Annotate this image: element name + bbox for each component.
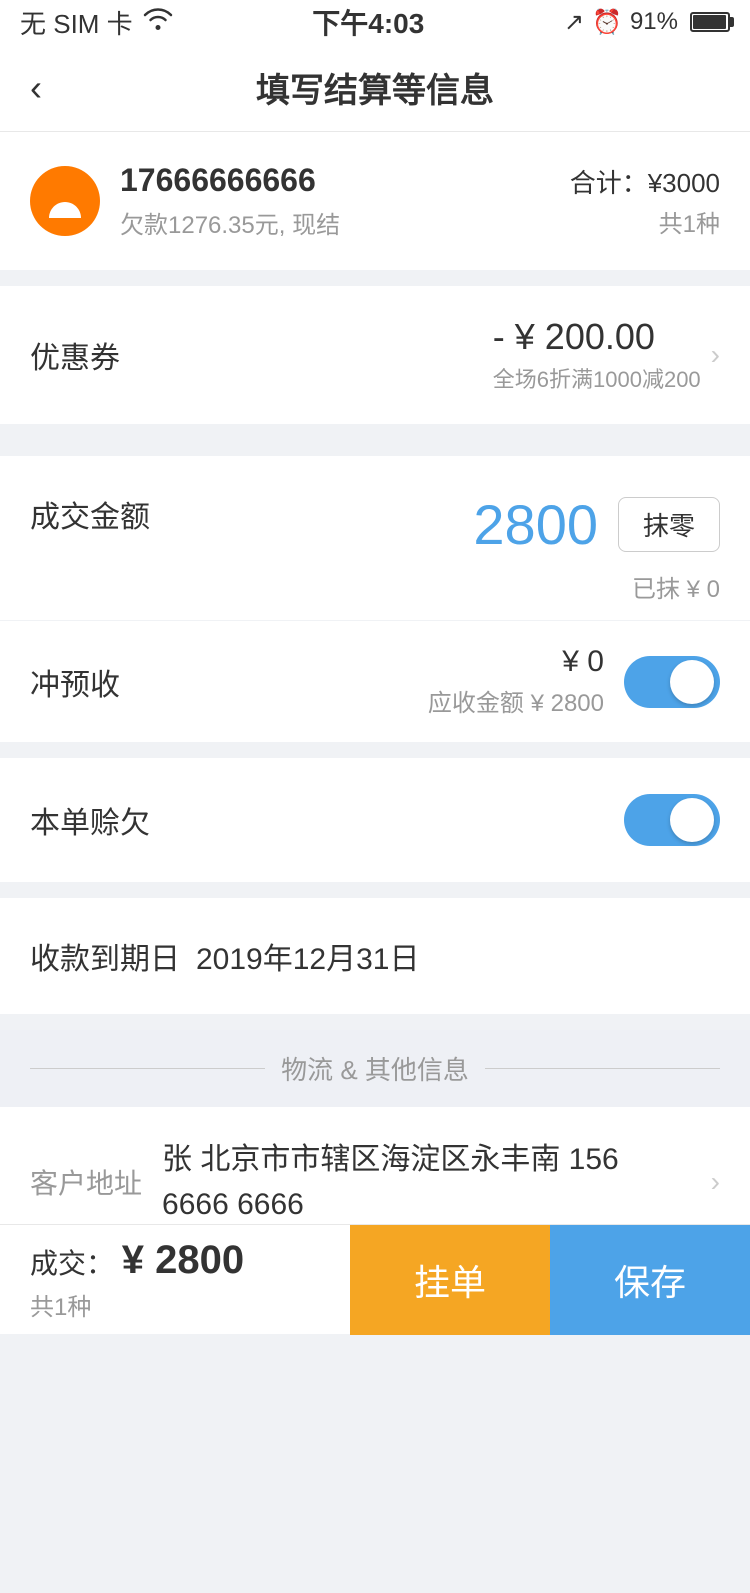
coupon-label: 优惠券: [30, 333, 120, 377]
deal-label: 成交金额: [30, 492, 150, 536]
logistics-divider: 物流 & 其他信息: [0, 1030, 750, 1107]
avatar: [30, 166, 100, 236]
battery-text: 91%: [630, 8, 678, 36]
prepaid-row: 冲预收 ¥ 0 应收金额 ¥ 2800: [0, 621, 750, 742]
bottom-deal-label: 成交：: [30, 1248, 114, 1279]
credit-toggle-knob: [670, 798, 714, 842]
due-row: 收款到期日 2019年12月31日: [0, 898, 750, 1014]
deal-sub-text: 已抹 ¥ 0: [632, 569, 720, 604]
customer-note: 欠款1276.35元, 现结: [120, 205, 340, 240]
deal-row: 成交金额 2800 抹零 已抹 ¥ 0: [0, 456, 750, 621]
coupon-row[interactable]: 优惠券 - ¥ 200.00 全场6折满1000减200 ›: [0, 286, 750, 424]
coupon-chevron: ›: [711, 339, 720, 371]
deal-section: 成交金额 2800 抹零 已抹 ¥ 0 冲预收 ¥ 0 应收金额 ¥ 2800: [0, 456, 750, 742]
alarm-icon: ⏰: [592, 8, 622, 37]
status-left: 无 SIM 卡: [20, 4, 173, 41]
content: 17666666666 欠款1276.35元, 现结 合计：¥3000 共1种 …: [0, 132, 750, 1593]
prepaid-right: ¥ 0 应收金额 ¥ 2800: [428, 645, 604, 718]
due-date-value: 2019年12月31日: [196, 934, 419, 978]
customer-phone: 17666666666: [120, 162, 340, 199]
credit-toggle[interactable]: [624, 794, 720, 846]
bottom-summary: 成交： ¥ 2800 共1种: [0, 1238, 350, 1322]
gps-icon: ↗: [564, 8, 584, 37]
customer-info: 17666666666 欠款1276.35元, 现结: [120, 162, 340, 240]
divider-line-left: [30, 1068, 265, 1069]
round-button[interactable]: 抹零: [618, 497, 720, 552]
toggle-knob: [670, 660, 714, 704]
battery-icon: [690, 12, 730, 32]
section-divider-2: [0, 742, 750, 758]
status-time: 下午4:03: [312, 2, 424, 42]
address-label: 客户地址: [30, 1162, 142, 1202]
bottom-deal-line: 成交： ¥ 2800: [30, 1238, 320, 1283]
hold-button[interactable]: 挂单: [350, 1225, 550, 1335]
prepaid-toggle[interactable]: [624, 656, 720, 708]
divider-line-right: [485, 1068, 720, 1069]
section-divider-1: [0, 440, 750, 456]
wifi-icon: [143, 8, 173, 36]
address-chevron: ›: [711, 1166, 720, 1198]
credit-section: 本单赊欠: [0, 758, 750, 882]
credit-row: 本单赊欠: [0, 758, 750, 882]
customer-left: 17666666666 欠款1276.35元, 现结: [30, 162, 340, 240]
coupon-amount: - ¥ 200.00: [493, 316, 701, 358]
prepaid-label: 冲预收: [30, 660, 120, 704]
total-count: 共1种: [570, 204, 720, 239]
status-bar: 无 SIM 卡 下午4:03 ↗ ⏰ 91%: [0, 0, 750, 44]
prepaid-sub: 应收金额 ¥ 2800: [428, 683, 604, 718]
save-button[interactable]: 保存: [550, 1225, 750, 1335]
carrier-text: 无 SIM 卡: [20, 4, 133, 41]
customer-total: 合计：¥3000 共1种: [570, 163, 720, 239]
address-value: 张 北京市市辖区海淀区永丰南 156 6666 6666: [162, 1137, 691, 1227]
back-button[interactable]: ‹: [30, 67, 42, 109]
prepaid-amount: ¥ 0: [562, 645, 604, 679]
status-right: ↗ ⏰ 91%: [564, 8, 730, 37]
coupon-info: - ¥ 200.00 全场6折满1000减200: [493, 316, 701, 394]
logistics-label: 物流 & 其他信息: [281, 1050, 469, 1087]
deal-value: 2800: [473, 492, 598, 557]
total-amount: 合计：¥3000: [570, 163, 720, 200]
deal-right: 2800 抹零 已抹 ¥ 0: [473, 492, 720, 604]
credit-label: 本单赊欠: [30, 798, 150, 842]
page-title: 填写结算等信息: [256, 63, 494, 112]
due-section: 收款到期日 2019年12月31日: [0, 898, 750, 1014]
coupon-right: - ¥ 200.00 全场6折满1000减200 ›: [493, 316, 720, 394]
bottom-bar: 成交： ¥ 2800 共1种 挂单 保存: [0, 1224, 750, 1334]
bottom-count: 共1种: [30, 1287, 320, 1322]
bottom-amount: ¥ 2800: [122, 1238, 244, 1282]
due-date-label: 收款到期日: [30, 934, 180, 978]
customer-card: 17666666666 欠款1276.35元, 现结 合计：¥3000 共1种: [0, 132, 750, 270]
coupon-desc: 全场6折满1000减200: [493, 362, 701, 394]
header: ‹ 填写结算等信息: [0, 44, 750, 132]
